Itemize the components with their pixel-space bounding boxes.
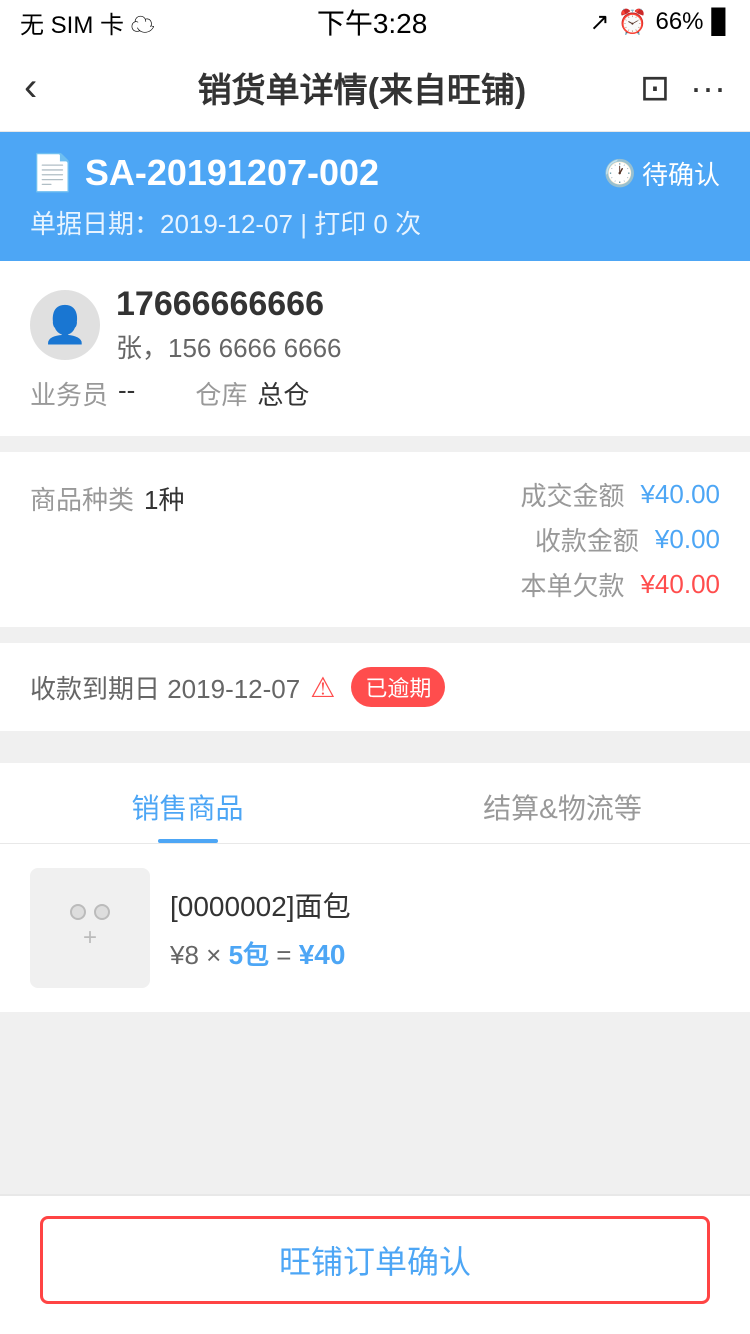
arrears-amount-row: 本单欠款 ¥40.00 xyxy=(520,566,720,603)
more-icon[interactable]: ··· xyxy=(690,67,726,109)
status-left: 无 SIM 卡 ☁ xyxy=(20,5,155,40)
no-sim-text: 无 SIM 卡 ☁ xyxy=(20,5,155,40)
avatar: 👤 xyxy=(30,290,100,360)
owl-plus: + xyxy=(83,924,97,952)
user-icon: 👤 xyxy=(43,304,88,346)
order-id: 📄 SA-20191207-002 xyxy=(30,152,379,194)
warehouse-item: 仓库 总仓 xyxy=(195,375,309,412)
product-price: ¥8 × 5包 = ¥40 xyxy=(170,935,720,972)
header-card: 📄 SA-20191207-002 🕐 待确认 单据日期：2019-12-07 … xyxy=(0,132,750,261)
due-card: 收款到期日 2019-12-07 ⚠ 已逾期 xyxy=(0,643,750,731)
multiply-sign: × xyxy=(206,940,228,970)
price-unit: ¥8 xyxy=(170,940,199,970)
clock-icon: 🕐 xyxy=(604,158,636,189)
product-type-label: 商品种类 xyxy=(30,480,134,517)
product-logo: + xyxy=(70,904,110,952)
transaction-amount-value: ¥40.00 xyxy=(640,479,720,510)
quantity: 5包 xyxy=(229,940,269,970)
divider-1 xyxy=(0,436,750,452)
customer-name: 张，156 6666 6666 xyxy=(116,328,342,365)
product-thumbnail: + xyxy=(30,868,150,988)
salesperson-label: 业务员 xyxy=(30,375,108,412)
salesperson-item: 业务员 -- xyxy=(30,375,135,412)
owl-eye-right xyxy=(94,904,110,920)
order-date: 单据日期：2019-12-07 | 打印 0 次 xyxy=(30,204,720,241)
owl-eye-left xyxy=(70,904,86,920)
order-status: 🕐 待确认 xyxy=(604,155,720,192)
page-title: 销货单详情(来自旺铺) xyxy=(198,63,527,112)
transaction-amount-row: 成交金额 ¥40.00 xyxy=(520,476,720,513)
share-icon[interactable]: ⊡ xyxy=(640,67,670,109)
product-type: 商品种类 1种 xyxy=(30,476,184,517)
alarm-icon: ⏰ xyxy=(618,8,648,37)
product-type-value: 1种 xyxy=(144,480,184,517)
equals-sign: = xyxy=(276,940,298,970)
status-bar: 无 SIM 卡 ☁ 下午3:28 ↗ ⏰ 66% ▊ xyxy=(0,0,750,44)
order-icon: 📄 xyxy=(30,152,75,194)
warehouse-value: 总仓 xyxy=(257,375,309,412)
divider-2 xyxy=(0,627,750,643)
overdue-badge: 已逾期 xyxy=(351,667,445,707)
amounts: 成交金额 ¥40.00 收款金额 ¥0.00 本单欠款 ¥40.00 xyxy=(520,476,720,603)
transaction-amount-label: 成交金额 xyxy=(520,476,624,513)
confirm-button-wrap: 旺铺订单确认 xyxy=(0,1194,750,1334)
divider-3 xyxy=(0,731,750,747)
header-top: 📄 SA-20191207-002 🕐 待确认 xyxy=(30,152,720,194)
collection-amount-value: ¥0.00 xyxy=(655,524,720,555)
warning-icon: ⚠ xyxy=(310,671,335,704)
status-time: 下午3:28 xyxy=(317,2,428,42)
total-price: ¥40 xyxy=(299,939,346,970)
product-name: [0000002]面包 xyxy=(170,885,720,925)
arrears-amount-label: 本单欠款 xyxy=(520,566,624,603)
tab-settlement[interactable]: 结算&物流等 xyxy=(375,763,750,843)
battery-text: 66% xyxy=(655,8,703,36)
status-right: ↗ ⏰ 66% ▊ xyxy=(589,8,730,37)
battery-icon: ▊ xyxy=(712,8,730,37)
summary-row: 商品种类 1种 成交金额 ¥40.00 收款金额 ¥0.00 本单欠款 ¥40.… xyxy=(30,476,720,603)
due-date-text: 收款到期日 2019-12-07 xyxy=(30,669,300,706)
location-icon: ↗ xyxy=(589,8,609,37)
tab-sales-products[interactable]: 销售商品 xyxy=(0,763,375,843)
nav-actions: ⊡ ··· xyxy=(640,67,726,109)
collection-amount-label: 收款金额 xyxy=(535,521,639,558)
arrears-amount-value: ¥40.00 xyxy=(640,569,720,600)
customer-phone: 17666666666 xyxy=(116,285,342,324)
customer-detail: 业务员 -- 仓库 总仓 xyxy=(30,375,720,412)
summary-card: 商品种类 1种 成交金额 ¥40.00 收款金额 ¥0.00 本单欠款 ¥40.… xyxy=(0,452,750,627)
product-item: + [0000002]面包 ¥8 × 5包 = ¥40 xyxy=(0,844,750,1013)
nav-bar: ‹ 销货单详情(来自旺铺) ⊡ ··· xyxy=(0,44,750,132)
product-list: + [0000002]面包 ¥8 × 5包 = ¥40 xyxy=(0,844,750,1013)
warehouse-label: 仓库 xyxy=(195,375,247,412)
tabs-bar: 销售商品 结算&物流等 xyxy=(0,763,750,844)
confirm-button[interactable]: 旺铺订单确认 xyxy=(40,1216,710,1304)
back-button[interactable]: ‹ xyxy=(24,65,84,110)
collection-amount-row: 收款金额 ¥0.00 xyxy=(535,521,720,558)
customer-info: 17666666666 张，156 6666 6666 xyxy=(116,285,342,365)
product-info: [0000002]面包 ¥8 × 5包 = ¥40 xyxy=(170,885,720,972)
salesperson-value: -- xyxy=(118,375,135,412)
customer-top: 👤 17666666666 张，156 6666 6666 xyxy=(30,285,720,365)
customer-card: 👤 17666666666 张，156 6666 6666 业务员 -- 仓库 … xyxy=(0,261,750,436)
